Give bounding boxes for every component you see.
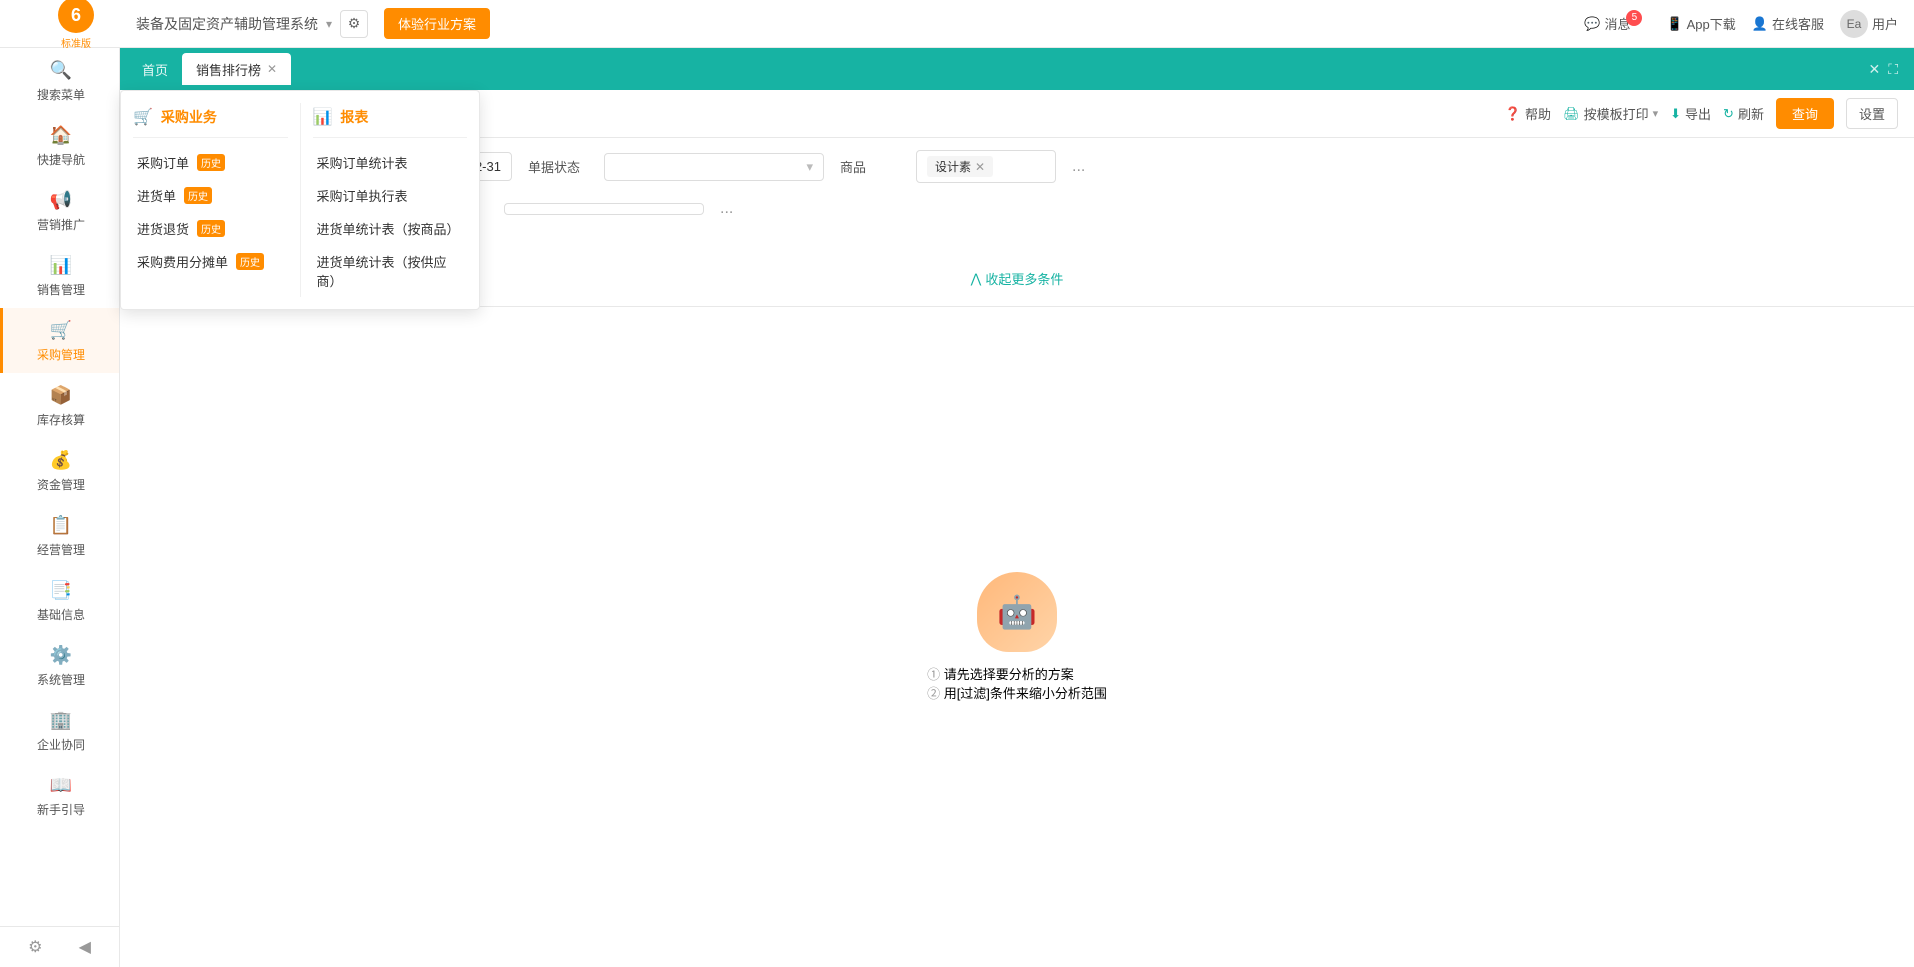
info-icon: 📑 bbox=[49, 578, 73, 602]
help-icon: ❓ bbox=[1505, 106, 1521, 122]
industry-btn[interactable]: 体验行业方案 bbox=[384, 8, 490, 39]
salesperson-dots[interactable]: ... bbox=[720, 200, 733, 218]
purchase-expense-item[interactable]: 采购费用分摊单 历史 bbox=[133, 245, 288, 278]
window-expand-btn[interactable]: ⛶ bbox=[1888, 61, 1898, 78]
sidebar-bottom: ⚙ ◀ bbox=[0, 926, 119, 967]
help-btn[interactable]: ❓ 帮助 bbox=[1505, 104, 1551, 123]
online-service-btn[interactable]: 👤 在线客服 bbox=[1752, 14, 1824, 33]
tab-close-icon[interactable]: ✕ bbox=[267, 62, 277, 76]
sidebar-item-operations[interactable]: 📋 经营管理 bbox=[0, 503, 119, 568]
export-btn[interactable]: ⬇ 导出 bbox=[1670, 104, 1711, 123]
building-icon: 🏢 bbox=[49, 708, 73, 732]
sidebar-item-basic-info[interactable]: 📑 基础信息 bbox=[0, 568, 119, 633]
refresh-btn[interactable]: ↻ 刷新 bbox=[1723, 104, 1764, 123]
salesperson-input[interactable] bbox=[504, 203, 704, 215]
app-download-btn[interactable]: 📱 App下载 bbox=[1666, 14, 1735, 33]
phone-icon: 📱 bbox=[1666, 16, 1682, 32]
empty-illustration: 🤖 bbox=[977, 572, 1057, 652]
history-badge-2: 历史 bbox=[197, 220, 225, 237]
sidebar-collapse-btn[interactable]: ◀ bbox=[79, 937, 91, 957]
print-dropdown-icon[interactable]: ▾ bbox=[1653, 107, 1659, 120]
app-title: 装备及固定资产辅助管理系统 ▾ ⚙ 体验行业方案 bbox=[136, 8, 1584, 39]
report-col-header: 📊 报表 bbox=[313, 103, 468, 138]
sidebar-item-marketing[interactable]: 📢 营销推广 bbox=[0, 178, 119, 243]
purchase-col-header: 🛒 采购业务 bbox=[133, 103, 288, 138]
empty-tip-1: 请先选择要分析的方案 bbox=[927, 664, 1107, 683]
print-icon: 🖨 bbox=[1563, 106, 1580, 122]
export-icon: ⬇ bbox=[1670, 106, 1681, 122]
sidebar-item-sales[interactable]: 📊 销售管理 bbox=[0, 243, 119, 308]
search-icon: 🔍 bbox=[49, 58, 73, 82]
window-close-btn[interactable]: ✕ bbox=[1868, 61, 1880, 78]
history-badge-0: 历史 bbox=[197, 154, 225, 171]
window-controls: ✕ ⛶ bbox=[1868, 61, 1898, 78]
gear-icon: ⚙️ bbox=[49, 643, 73, 667]
product-input[interactable]: 设计素 ✕ bbox=[916, 150, 1056, 183]
sidebar-item-inventory[interactable]: 📦 库存核算 bbox=[0, 373, 119, 438]
goods-in-stats-product-item[interactable]: 进货单统计表（按商品） bbox=[313, 212, 468, 245]
megaphone-icon: 📢 bbox=[49, 188, 73, 212]
dropdown-arrow-icon[interactable]: ▾ bbox=[326, 17, 332, 31]
empty-tips: 请先选择要分析的方案 用[过滤]条件来缩小分析范围 bbox=[927, 664, 1107, 702]
sidebar-item-system[interactable]: ⚙️ 系统管理 bbox=[0, 633, 119, 698]
sidebar-item-search[interactable]: 🔍 搜索菜单 bbox=[0, 48, 119, 113]
purchase-order-item[interactable]: 采购订单 历史 bbox=[133, 146, 288, 179]
tabbar: 首页 销售排行榜 ✕ ✕ ⛶ bbox=[120, 48, 1914, 90]
collapse-up-icon: ⋀ bbox=[971, 271, 982, 287]
tab-sales-ranking[interactable]: 销售排行榜 ✕ bbox=[182, 53, 291, 85]
purchase-order-stats-item[interactable]: 采购订单统计表 bbox=[313, 146, 468, 179]
product-tag-remove[interactable]: ✕ bbox=[975, 160, 985, 174]
goods-in-stats-supplier-item[interactable]: 进货单统计表（按供应商） bbox=[313, 245, 468, 297]
topbar: 6 标准版 装备及固定资产辅助管理系统 ▾ ⚙ 体验行业方案 💬 消息 5 📱 … bbox=[0, 0, 1914, 48]
purchase-order-exec-item[interactable]: 采购订单执行表 bbox=[313, 179, 468, 212]
status-label: 单据状态 bbox=[528, 157, 588, 176]
sidebar-item-quick-nav[interactable]: 🏠 快捷导航 bbox=[0, 113, 119, 178]
print-btn[interactable]: 🖨 按模板打印 ▾ bbox=[1563, 104, 1658, 123]
sidebar-item-purchase[interactable]: 🛒 采购管理 bbox=[0, 308, 119, 373]
refresh-icon: ↻ bbox=[1723, 106, 1734, 122]
logo: 6 标准版 bbox=[16, 0, 136, 50]
settings-button[interactable]: 设置 bbox=[1846, 98, 1898, 129]
money-icon: 💰 bbox=[49, 448, 73, 472]
sidebar-item-finance[interactable]: 💰 资金管理 bbox=[0, 438, 119, 503]
purchase-dropdown-menu: 🛒 采购业务 采购订单 历史 进货单 历史 进货退货 历史 采购费用分摊单 历史… bbox=[120, 90, 480, 310]
book-icon: 📖 bbox=[49, 773, 73, 797]
history-badge-1: 历史 bbox=[184, 187, 212, 204]
message-icon: 💬 bbox=[1584, 16, 1600, 32]
cart-icon: 🛒 bbox=[49, 318, 73, 342]
sidebar: 🔍 搜索菜单 🏠 快捷导航 📢 营销推广 📊 销售管理 🛒 采购管理 📦 库存核… bbox=[0, 48, 120, 967]
message-badge: 5 bbox=[1626, 10, 1642, 26]
empty-state: 🤖 请先选择要分析的方案 用[过滤]条件来缩小分析范围 bbox=[120, 307, 1914, 967]
service-icon: 👤 bbox=[1752, 16, 1768, 32]
settings-icon[interactable]: ⚙ bbox=[340, 10, 368, 38]
product-label: 商品 bbox=[840, 157, 900, 176]
goods-in-item[interactable]: 进货单 历史 bbox=[133, 179, 288, 212]
chart-icon: 📊 bbox=[49, 253, 73, 277]
user-btn[interactable]: Ea 用户 bbox=[1840, 10, 1898, 38]
sidebar-item-enterprise[interactable]: 🏢 企业协同 bbox=[0, 698, 119, 763]
sidebar-settings-btn[interactable]: ⚙ bbox=[28, 937, 42, 957]
report-col-icon: 📊 bbox=[313, 107, 333, 127]
product-tag: 设计素 ✕ bbox=[927, 156, 993, 177]
topbar-right: 💬 消息 5 📱 App下载 👤 在线客服 Ea 用户 bbox=[1584, 10, 1898, 38]
status-input[interactable]: ▾ bbox=[604, 153, 824, 181]
message-btn[interactable]: 💬 消息 5 bbox=[1584, 14, 1650, 33]
product-dots[interactable]: ... bbox=[1072, 158, 1085, 176]
sidebar-item-guide[interactable]: 📖 新手引导 bbox=[0, 763, 119, 828]
avatar: Ea bbox=[1840, 10, 1868, 38]
history-badge-3: 历史 bbox=[236, 253, 264, 270]
query-button[interactable]: 查询 bbox=[1776, 98, 1834, 129]
box-icon: 📦 bbox=[49, 383, 73, 407]
purchase-col: 🛒 采购业务 采购订单 历史 进货单 历史 进货退货 历史 采购费用分摊单 历史 bbox=[121, 103, 300, 297]
logo-subtitle: 标准版 bbox=[61, 35, 91, 50]
report-col: 📊 报表 采购订单统计表 采购订单执行表 进货单统计表（按商品） 进货单统计表（… bbox=[300, 103, 480, 297]
tab-home[interactable]: 首页 bbox=[128, 53, 182, 85]
home-icon: 🏠 bbox=[49, 123, 73, 147]
doc-icon: 📋 bbox=[49, 513, 73, 537]
goods-return-item[interactable]: 进货退货 历史 bbox=[133, 212, 288, 245]
purchase-col-icon: 🛒 bbox=[133, 107, 153, 127]
empty-tip-2: 用[过滤]条件来缩小分析范围 bbox=[927, 683, 1107, 702]
logo-icon: 6 bbox=[58, 0, 94, 33]
